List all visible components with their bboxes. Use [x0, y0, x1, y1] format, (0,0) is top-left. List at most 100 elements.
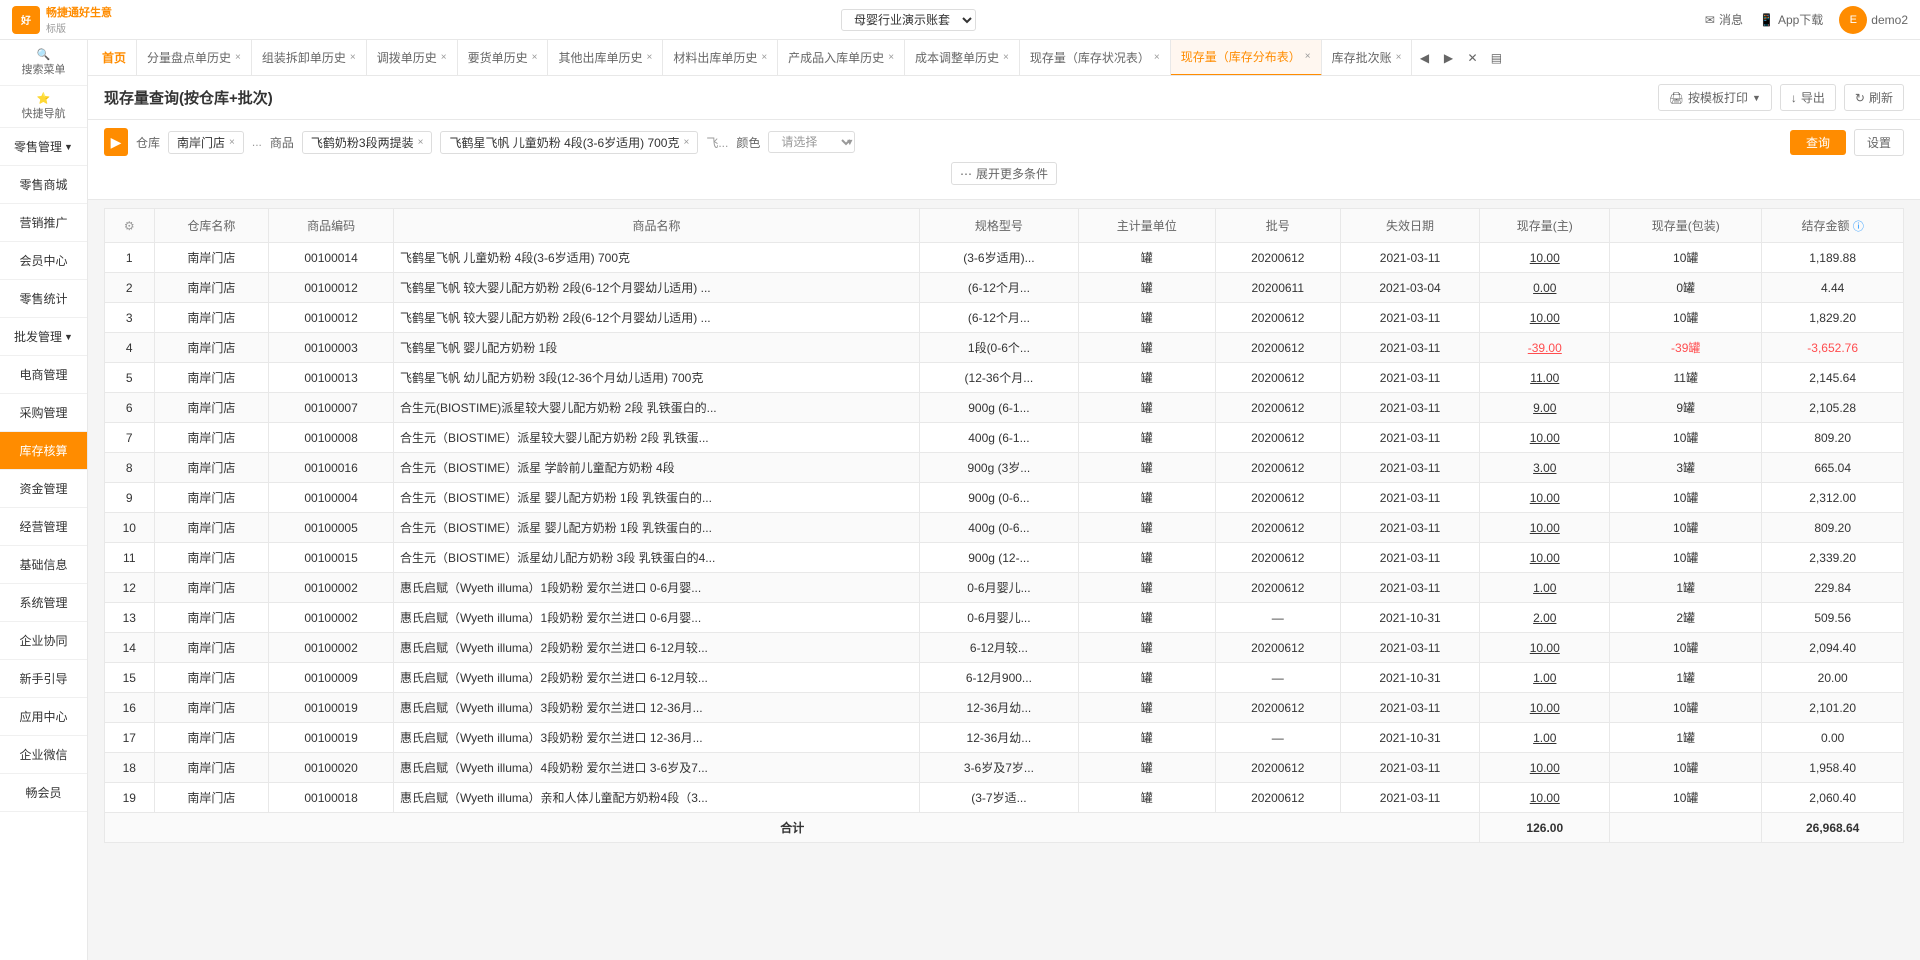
- product-tag-1-close[interactable]: ×: [418, 137, 424, 148]
- sidebar-item-corp-weixin[interactable]: 企业微信: [0, 736, 87, 774]
- tab-other-out[interactable]: 其他出库单历史 ×: [548, 40, 663, 76]
- tab-split-inventory[interactable]: 分量盘点单历史 ×: [137, 40, 252, 76]
- sidebar-item-guide[interactable]: 新手引导: [0, 660, 87, 698]
- expand-btn[interactable]: ⋯ 展开更多条件: [951, 162, 1057, 185]
- tab-inventory-dist[interactable]: 现存量（库存分布表） ×: [1171, 40, 1322, 76]
- filter-toggle-btn[interactable]: ▶: [104, 128, 128, 156]
- cell-qty-main[interactable]: 11.00: [1480, 363, 1610, 393]
- cell-qty-main[interactable]: 10.00: [1480, 423, 1610, 453]
- search-btn[interactable]: 查询: [1790, 130, 1846, 155]
- tab-menu-btn[interactable]: ▤: [1484, 40, 1508, 76]
- product-tag-1[interactable]: 飞鹤奶粉3段两提装 ×: [302, 131, 433, 154]
- tab-inventory-status-close[interactable]: ×: [1154, 52, 1160, 63]
- sidebar-item-system[interactable]: 系统管理: [0, 584, 87, 622]
- cell-code: 00100019: [269, 693, 394, 723]
- cell-no: 7: [105, 423, 155, 453]
- sidebar-item-marketing[interactable]: 营销推广: [0, 204, 87, 242]
- table-setting-icon[interactable]: ⚙: [124, 219, 135, 233]
- product-tag-2[interactable]: 飞鹤星飞帆 儿童奶粉 4段(3-6岁适用) 700克 ×: [440, 131, 698, 154]
- sidebar-item-ops[interactable]: 经营管理: [0, 508, 87, 546]
- sidebar-item-retail-stats[interactable]: 零售统计: [0, 280, 87, 318]
- cell-qty-main[interactable]: 10.00: [1480, 543, 1610, 573]
- company-selector-area[interactable]: 母婴行业演示账套: [841, 9, 976, 31]
- tab-mix[interactable]: 调拨单历史 ×: [367, 40, 458, 76]
- cell-qty-main[interactable]: 1.00: [1480, 663, 1610, 693]
- tab-product-in[interactable]: 产成品入库单历史 ×: [778, 40, 905, 76]
- sidebar-item-finance[interactable]: 资金管理: [0, 470, 87, 508]
- sidebar-search[interactable]: 🔍 搜索菜单: [0, 40, 87, 86]
- col-amount: 结存金额 ⓘ: [1762, 209, 1904, 243]
- tab-other-out-close[interactable]: ×: [646, 52, 652, 63]
- sidebar-label-inventory: 库存核算: [19, 444, 67, 458]
- cell-qty-main[interactable]: 1.00: [1480, 723, 1610, 753]
- cell-qty-pkg: 10罐: [1610, 243, 1762, 273]
- filter-area: ▶ 仓库 南岸门店 × ... 商品 飞鹤奶粉3段两提装 × 飞鹤星飞帆 儿童奶…: [88, 120, 1920, 200]
- tab-material-out[interactable]: 材料出库单历史 ×: [663, 40, 778, 76]
- sidebar-item-corp[interactable]: 企业协同: [0, 622, 87, 660]
- tab-inventory-status[interactable]: 现存量（库存状况表） ×: [1020, 40, 1171, 76]
- tab-disassemble-close[interactable]: ×: [350, 52, 356, 63]
- cell-amount: 0.00: [1762, 723, 1904, 753]
- tab-home[interactable]: 首页: [92, 40, 137, 76]
- sidebar-item-retail-store[interactable]: 零售商城: [0, 166, 87, 204]
- cell-qty-main[interactable]: 10.00: [1480, 303, 1610, 333]
- sidebar-item-retail-mgmt[interactable]: 零售管理 ▼: [0, 128, 87, 166]
- cell-qty-main[interactable]: 2.00: [1480, 603, 1610, 633]
- page-actions: 🖨 按模板打印 ▼ ↓ 导出 ↻ 刷新: [1658, 84, 1904, 111]
- sidebar-item-member2[interactable]: 畅会员: [0, 774, 87, 812]
- tab-disassemble[interactable]: 组装拆卸单历史 ×: [252, 40, 367, 76]
- tab-requisition-close[interactable]: ×: [532, 52, 538, 63]
- sidebar-item-ecommerce[interactable]: 电商管理: [0, 356, 87, 394]
- sidebar-item-app-center[interactable]: 应用中心: [0, 698, 87, 736]
- footer-qty-pkg-total: [1610, 813, 1762, 843]
- sidebar-item-inventory[interactable]: 库存核算: [0, 432, 87, 470]
- cell-qty-main[interactable]: 10.00: [1480, 753, 1610, 783]
- warehouse-tag[interactable]: 南岸门店 ×: [168, 131, 244, 154]
- cell-qty-main[interactable]: 10.00: [1480, 513, 1610, 543]
- tab-requisition[interactable]: 要货单历史 ×: [458, 40, 549, 76]
- cell-qty-main[interactable]: -39.00: [1480, 333, 1610, 363]
- cell-qty-main[interactable]: 10.00: [1480, 243, 1610, 273]
- setting-btn[interactable]: 设置: [1854, 129, 1904, 156]
- cell-qty-main[interactable]: 9.00: [1480, 393, 1610, 423]
- cell-qty-main[interactable]: 10.00: [1480, 693, 1610, 723]
- refresh-btn[interactable]: ↻ 刷新: [1844, 84, 1904, 111]
- cell-amount: -3,652.76: [1762, 333, 1904, 363]
- sidebar-item-wholesale[interactable]: 批发管理 ▼: [0, 318, 87, 356]
- sidebar-item-member[interactable]: 会员中心: [0, 242, 87, 280]
- tab-close-all-btn[interactable]: ✕: [1460, 40, 1484, 76]
- color-filter-select[interactable]: 请选择: [768, 131, 855, 153]
- message-btn[interactable]: ✉ 消息: [1705, 11, 1743, 28]
- cell-spec: 900g (12-...: [920, 543, 1079, 573]
- tab-prev-btn[interactable]: ◀: [1412, 40, 1436, 76]
- cell-qty-main[interactable]: 10.00: [1480, 633, 1610, 663]
- cell-qty-main[interactable]: 10.00: [1480, 783, 1610, 813]
- tab-split-close[interactable]: ×: [235, 52, 241, 63]
- tab-cost-adjust[interactable]: 成本调整单历史 ×: [905, 40, 1020, 76]
- export-btn[interactable]: ↓ 导出: [1780, 84, 1836, 111]
- tab-next-btn[interactable]: ▶: [1436, 40, 1460, 76]
- cell-qty-main[interactable]: 3.00: [1480, 453, 1610, 483]
- sidebar-item-purchase[interactable]: 采购管理: [0, 394, 87, 432]
- user-area[interactable]: E demo2: [1839, 6, 1908, 34]
- tab-batch-voucher-close[interactable]: ×: [1396, 52, 1402, 63]
- warehouse-tag-close[interactable]: ×: [229, 137, 235, 148]
- print-btn[interactable]: 🖨 按模板打印 ▼: [1658, 84, 1772, 111]
- tab-batch-voucher[interactable]: 库存批次账 ×: [1322, 40, 1413, 76]
- tab-material-out-close[interactable]: ×: [761, 52, 767, 63]
- product-tag-2-close[interactable]: ×: [683, 137, 689, 148]
- tab-inventory-dist-close[interactable]: ×: [1305, 51, 1311, 62]
- tab-product-in-close[interactable]: ×: [888, 52, 894, 63]
- cell-qty-main[interactable]: 1.00: [1480, 573, 1610, 603]
- cell-qty-pkg: 11罐: [1610, 363, 1762, 393]
- cell-code: 00100014: [269, 243, 394, 273]
- tab-cost-adjust-close[interactable]: ×: [1003, 52, 1009, 63]
- cell-qty-main[interactable]: 0.00: [1480, 273, 1610, 303]
- tab-mix-close[interactable]: ×: [441, 52, 447, 63]
- cell-qty-main[interactable]: 10.00: [1480, 483, 1610, 513]
- app-download-btn[interactable]: 📱 App下载: [1759, 11, 1823, 28]
- sidebar-nav[interactable]: ⭐ 快捷导航: [0, 86, 87, 128]
- company-selector[interactable]: 母婴行业演示账套: [841, 9, 976, 31]
- cell-name: 飞鹤星飞帆 儿童奶粉 4段(3-6岁适用) 700克: [393, 243, 919, 273]
- sidebar-item-basic[interactable]: 基础信息: [0, 546, 87, 584]
